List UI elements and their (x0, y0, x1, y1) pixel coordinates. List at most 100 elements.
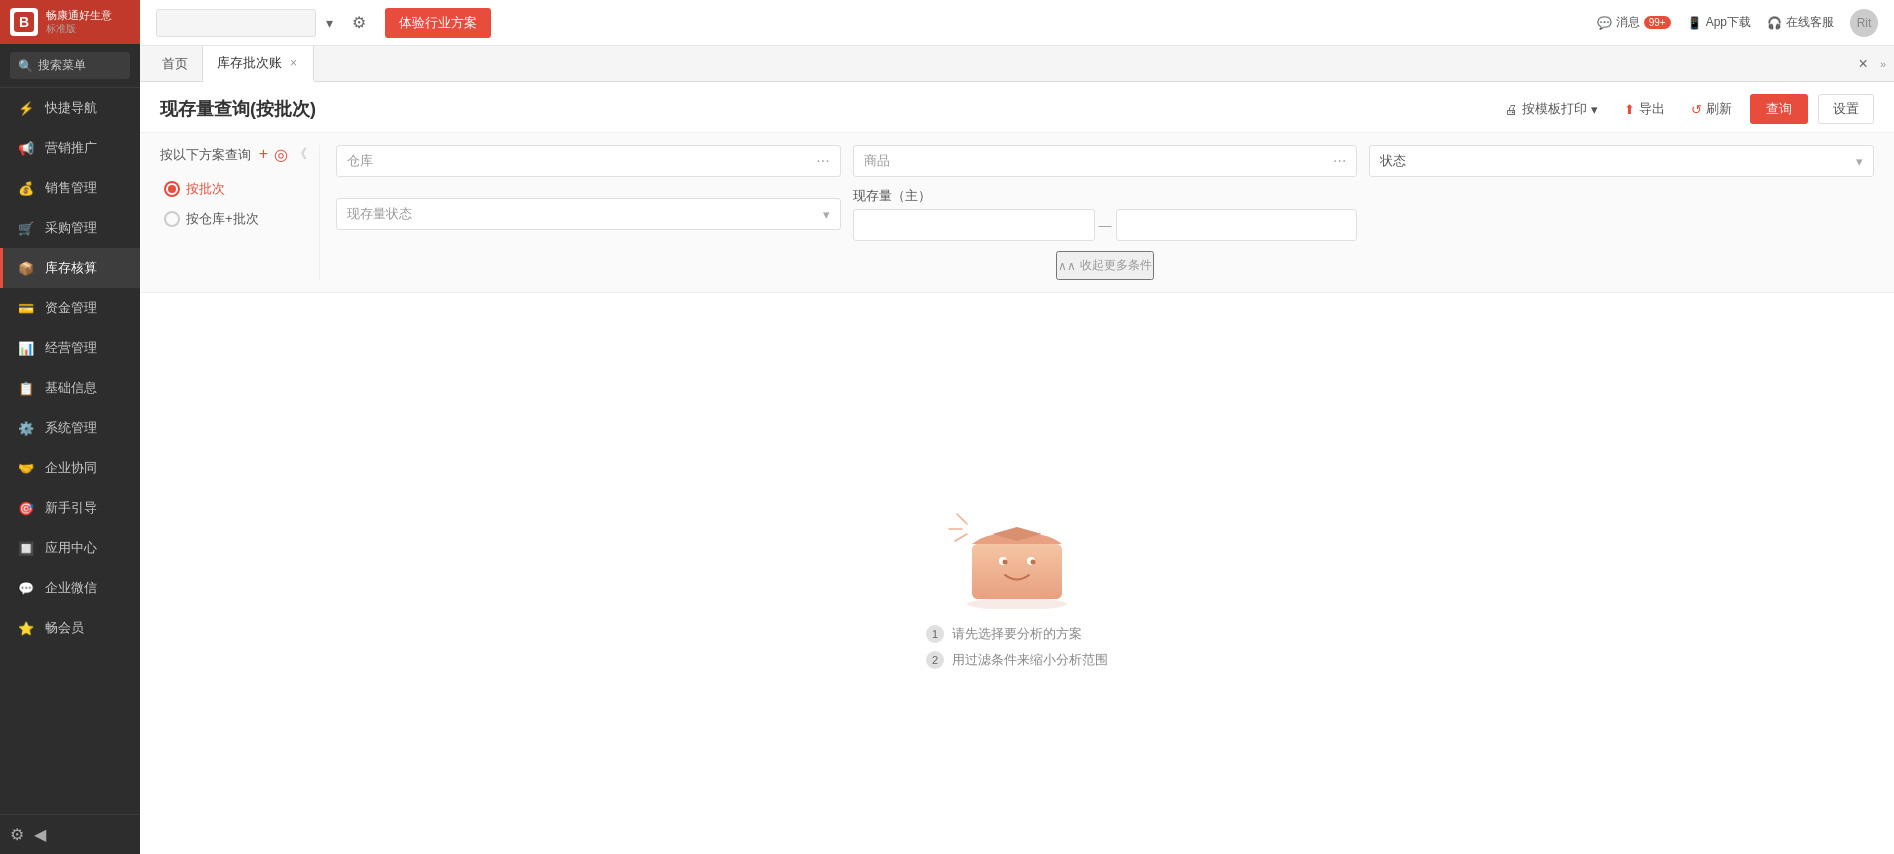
svg-rect-2 (972, 544, 1062, 599)
footer-settings-button[interactable]: ⚙ (10, 825, 24, 844)
status-field: 状态 ▾ (1369, 145, 1874, 177)
stock-amount-sep: — (1099, 218, 1112, 233)
export-button[interactable]: ⬆ 导出 (1616, 96, 1673, 122)
sidebar-item-wechat[interactable]: 💬 企业微信 (0, 568, 140, 608)
stock-amount-label: 现存量（主） (853, 187, 1358, 205)
search-area: 🔍 搜索菜单 (0, 44, 140, 88)
finance-icon: 💳 (17, 299, 35, 317)
query-button[interactable]: 查询 (1750, 94, 1808, 124)
filter-option-by-warehouse-batch[interactable]: 按仓库+批次 (160, 204, 307, 234)
nav-menu: ⚡ 快捷导航 📢 营销推广 💰 销售管理 🛒 采购管理 📦 库存核算 💳 资金管… (0, 88, 140, 814)
sidebar-item-member[interactable]: ⭐ 畅会员 (0, 608, 140, 648)
hint-1-num: 1 (926, 625, 944, 643)
stock-status-select[interactable]: 现存量状态 ▾ (336, 198, 841, 230)
search-icon: 🔍 (18, 59, 33, 73)
sidebar-item-marketing[interactable]: 📢 营销推广 (0, 128, 140, 168)
collapse-row: ∧∧ 收起更多条件 (336, 251, 1874, 280)
app-download-icon: 📱 (1687, 16, 1702, 30)
marketing-icon: 📢 (17, 139, 35, 157)
sidebar-footer: ⚙ ◀ (0, 814, 140, 854)
print-button[interactable]: 🖨 按模板打印 ▾ (1497, 96, 1606, 122)
filter-scheme-sidebar: 按以下方案查询 + ◎ 《 按批次 按仓库+批次 (160, 145, 320, 280)
app-download-button[interactable]: 📱 App下载 (1687, 14, 1751, 31)
user-avatar-button[interactable]: Rit (1850, 9, 1878, 37)
svg-point-0 (967, 598, 1067, 609)
messages-button[interactable]: 💬 消息 99+ (1597, 14, 1671, 31)
stock-amount-to[interactable] (1116, 209, 1358, 241)
print-icon: 🖨 (1505, 102, 1518, 117)
stock-amount-from[interactable] (853, 209, 1095, 241)
refresh-button[interactable]: ↺ 刷新 (1683, 96, 1740, 122)
tabbar: 首页 库存批次账 × × » (140, 46, 1894, 82)
tab-home[interactable]: 首页 (148, 46, 203, 82)
add-scheme-icon[interactable]: + (259, 145, 268, 164)
stock-status-field: 现存量状态 ▾ (336, 198, 841, 230)
app-version: 标准版 (46, 22, 112, 36)
warehouse-dots[interactable]: ··· (816, 152, 829, 170)
sidebar-item-enterprise[interactable]: 🤝 企业协同 (0, 448, 140, 488)
stock-status-chevron: ▾ (823, 207, 830, 222)
empty-state: 1 请先选择要分析的方案 2 用过滤条件来缩小分析范围 (140, 293, 1894, 854)
by-warehouse-batch-radio (164, 211, 180, 227)
page-actions: 🖨 按模板打印 ▾ ⬆ 导出 ↺ 刷新 查询 设置 (1497, 94, 1874, 124)
footer-collapse-button[interactable]: ◀ (34, 825, 46, 844)
online-service-button[interactable]: 🎧 在线客服 (1767, 14, 1834, 31)
tab-right-arrow[interactable]: » (1880, 58, 1886, 70)
avatar: Rit (1850, 9, 1878, 37)
search-menu-button[interactable]: 🔍 搜索菜单 (10, 52, 130, 79)
basic-icon: 📋 (17, 379, 35, 397)
sidebar-item-guide[interactable]: 🎯 新手引导 (0, 488, 140, 528)
svg-point-6 (1031, 559, 1036, 564)
sidebar-item-basic[interactable]: 📋 基础信息 (0, 368, 140, 408)
topbar-right: 💬 消息 99+ 📱 App下载 🎧 在线客服 Rit (1597, 9, 1878, 37)
topbar-dropdown-button[interactable]: ▾ (326, 15, 333, 31)
sidebar-item-app-center[interactable]: 🔲 应用中心 (0, 528, 140, 568)
tab-inventory-batch[interactable]: 库存批次账 × (203, 46, 314, 82)
sidebar-item-sales[interactable]: 💰 销售管理 (0, 168, 140, 208)
sidebar-header: B 畅康通好生意 标准版 (0, 0, 140, 44)
settings-button[interactable]: 设置 (1818, 94, 1874, 124)
svg-line-7 (957, 514, 967, 524)
scheme-settings-icon[interactable]: ◎ (274, 145, 288, 164)
sidebar-item-system[interactable]: ⚙️ 系统管理 (0, 408, 140, 448)
enterprise-icon: 🤝 (17, 459, 35, 477)
status-chevron: ▾ (1856, 154, 1863, 169)
product-dots[interactable]: ··· (1333, 152, 1346, 170)
stock-amount-range: — (853, 209, 1358, 241)
message-icon: 💬 (1597, 16, 1612, 30)
product-input[interactable]: 商品 ··· (853, 145, 1358, 177)
quick-nav-icon: ⚡ (17, 99, 35, 117)
warehouse-input[interactable]: 仓库 ··· (336, 145, 841, 177)
tab-close-all-button[interactable]: × (1851, 55, 1876, 73)
hint-2: 2 用过滤条件来缩小分析范围 (926, 651, 1108, 669)
by-batch-radio (164, 181, 180, 197)
empty-illustration (947, 479, 1087, 609)
tab-close-button[interactable]: × (288, 54, 299, 72)
collapse-up-icon: ∧∧ (1058, 259, 1076, 273)
operation-icon: 📊 (17, 339, 35, 357)
sidebar-item-quick-nav[interactable]: ⚡ 快捷导航 (0, 88, 140, 128)
topbar-gear-button[interactable]: ⚙ (343, 7, 375, 39)
app-logo: B (10, 8, 38, 36)
page-header: 现存量查询(按批次) 🖨 按模板打印 ▾ ⬆ 导出 ↺ 刷新 查询 设置 (140, 82, 1894, 133)
logo-icon: B (14, 12, 34, 32)
filter-option-by-batch[interactable]: 按批次 (160, 174, 307, 204)
sidebar-item-finance[interactable]: 💳 资金管理 (0, 288, 140, 328)
trial-button[interactable]: 体验行业方案 (385, 8, 491, 38)
inventory-icon: 📦 (17, 259, 35, 277)
main-content: ▾ ⚙ 体验行业方案 💬 消息 99+ 📱 App下载 🎧 在线客服 Rit (140, 0, 1894, 854)
sidebar-item-operation[interactable]: 📊 经营管理 (0, 328, 140, 368)
topbar-search-field[interactable] (156, 9, 316, 37)
hint-2-num: 2 (926, 651, 944, 669)
empty-svg (947, 479, 1087, 609)
status-select[interactable]: 状态 ▾ (1369, 145, 1874, 177)
page-content: 现存量查询(按批次) 🖨 按模板打印 ▾ ⬆ 导出 ↺ 刷新 查询 设置 (140, 82, 1894, 854)
print-dropdown-icon: ▾ (1591, 102, 1598, 117)
sidebar-item-purchase[interactable]: 🛒 采购管理 (0, 208, 140, 248)
scheme-collapse-icon[interactable]: 《 (294, 145, 307, 164)
hint-1: 1 请先选择要分析的方案 (926, 625, 1108, 643)
svg-point-5 (1003, 559, 1008, 564)
app-name: 畅康通好生意 (46, 8, 112, 22)
sidebar-item-inventory[interactable]: 📦 库存核算 (0, 248, 140, 288)
collapse-button[interactable]: ∧∧ 收起更多条件 (1056, 251, 1154, 280)
